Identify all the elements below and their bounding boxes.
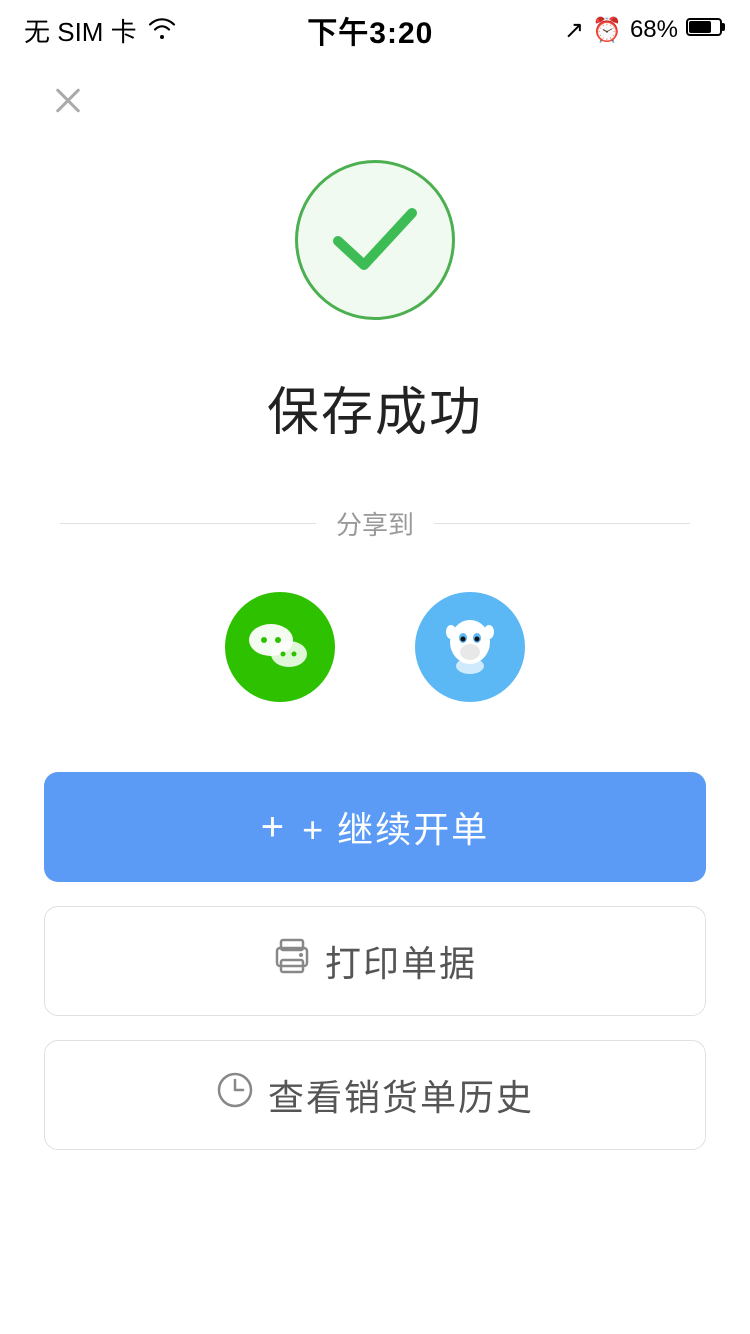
divider-line-left — [60, 523, 316, 524]
wifi-icon — [147, 15, 177, 46]
print-icon — [273, 938, 311, 984]
close-button[interactable] — [44, 76, 92, 124]
success-title: 保存成功 — [267, 370, 483, 445]
battery-percent: 68% — [630, 16, 678, 44]
success-icon-circle — [295, 160, 455, 320]
divider-line-right — [434, 523, 690, 524]
battery-icon — [686, 16, 726, 45]
print-button[interactable]: 打印单据 — [44, 906, 706, 1016]
share-label: 分享到 — [316, 505, 434, 542]
continue-order-label: + 继续开单 — [302, 801, 489, 853]
qq-share-button[interactable] — [415, 592, 525, 702]
wechat-glyph — [247, 618, 313, 676]
main-content: 保存成功 分享到 — [0, 60, 750, 1150]
continue-order-button[interactable]: + + 继续开单 — [44, 772, 706, 882]
status-left: 无 SIM 卡 — [24, 12, 177, 49]
history-button[interactable]: 查看销货单历史 — [44, 1040, 706, 1150]
status-right: ↗ ⏰ 68% — [564, 16, 726, 45]
print-label: 打印单据 — [325, 935, 477, 987]
alarm-icon: ⏰ — [592, 16, 622, 45]
actions-container: + + 继续开单 打印单据 查看销货单历史 — [0, 772, 750, 1150]
wechat-share-button[interactable] — [225, 592, 335, 702]
status-time: 下午3:20 — [307, 8, 433, 52]
location-icon: ↗ — [564, 16, 584, 45]
qq-glyph — [439, 614, 501, 680]
share-divider: 分享到 — [0, 505, 750, 542]
plus-icon: + — [261, 805, 286, 850]
share-icons-row — [225, 592, 525, 702]
checkmark-icon — [330, 203, 420, 278]
sim-label: 无 SIM 卡 — [24, 12, 137, 49]
history-icon — [216, 1071, 254, 1119]
status-bar: 无 SIM 卡 下午3:20 ↗ ⏰ 68% — [0, 0, 750, 60]
history-label: 查看销货单历史 — [268, 1069, 534, 1121]
